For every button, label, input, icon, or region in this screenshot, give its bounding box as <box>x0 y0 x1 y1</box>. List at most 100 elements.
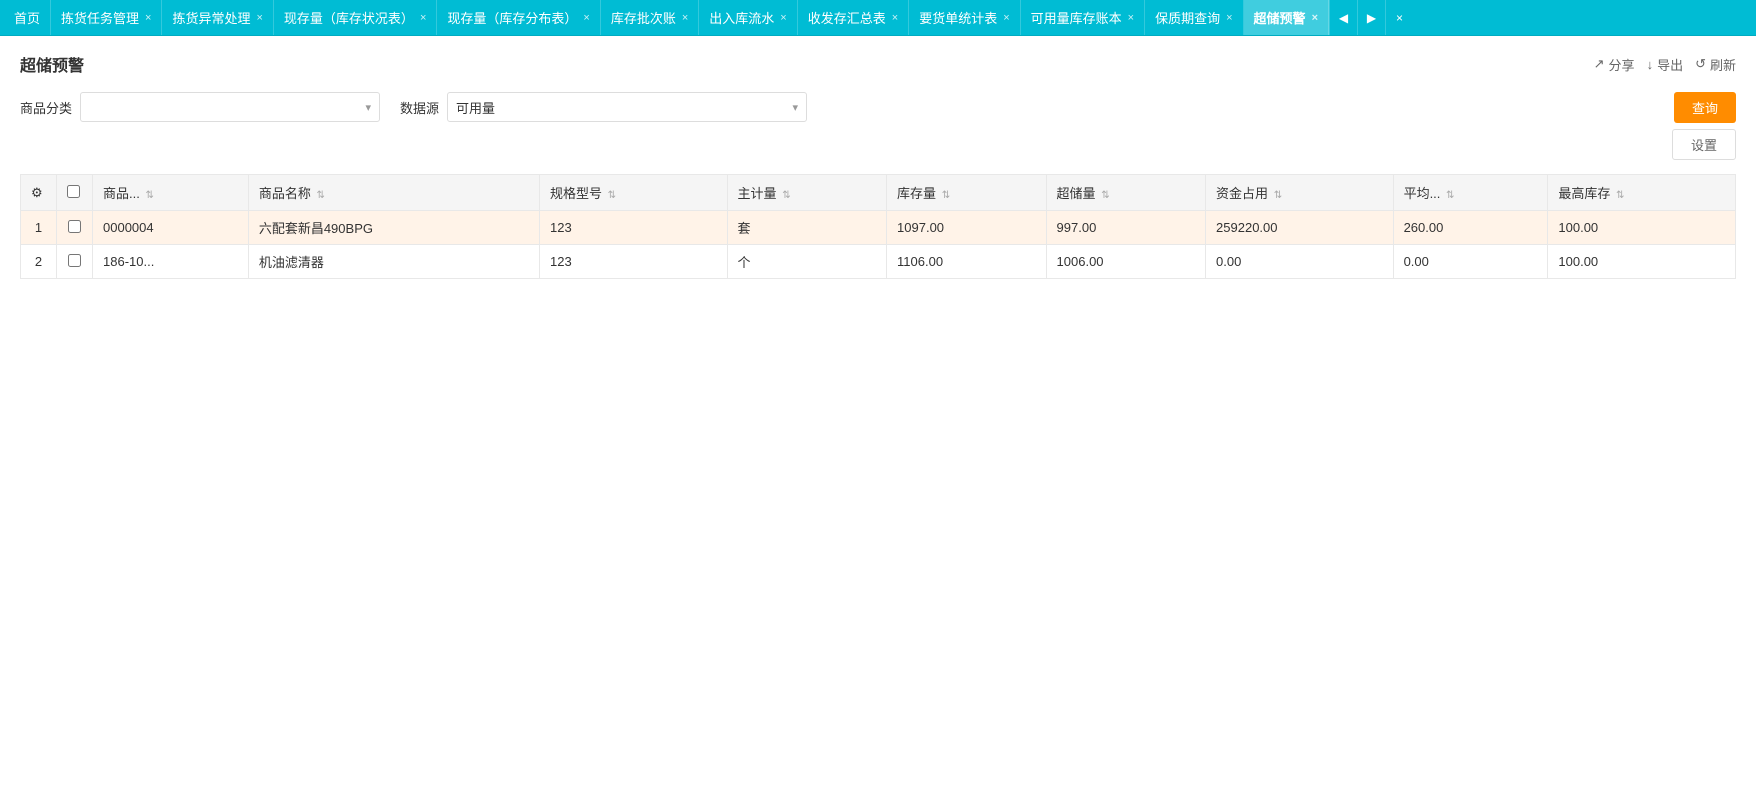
data-table: ⚙ 商品... ⇅ 商品名称 ⇅ 规格型号 ⇅ 主计量 <box>20 174 1736 279</box>
settings-button[interactable]: 设置 <box>1672 129 1736 160</box>
close-task-mgmt-icon[interactable]: × <box>145 12 151 24</box>
close-abnormal-icon[interactable]: × <box>256 12 262 24</box>
export-icon: ↓ <box>1647 57 1654 72</box>
nav-tab-collect-summary-label: 收发存汇总表 <box>808 8 886 27</box>
col-capital-label: 资金占用 <box>1216 186 1268 201</box>
refresh-label: 刷新 <box>1710 55 1736 74</box>
sort-sku-name-icon: ⇅ <box>316 190 324 201</box>
row-sku-code: 0000004 <box>93 211 249 245</box>
row-sku-name: 机油滤清器 <box>248 245 539 279</box>
row-avg: 0.00 <box>1393 245 1548 279</box>
sort-overstock-icon: ⇅ <box>1101 190 1109 201</box>
col-unit-label: 主计量 <box>738 186 777 201</box>
row-checkbox[interactable] <box>68 254 81 267</box>
category-label: 商品分类 <box>20 98 72 117</box>
gear-icon[interactable]: ⚙ <box>31 185 43 200</box>
nav-tab-order-stats[interactable]: 要货单统计表 × <box>909 0 1020 36</box>
table-col-avg[interactable]: 平均... ⇅ <box>1393 175 1548 211</box>
sort-avg-icon: ⇅ <box>1446 190 1454 201</box>
row-unit: 套 <box>727 211 887 245</box>
nav-tab-quality-check[interactable]: 保质期查询 × <box>1145 0 1243 36</box>
row-max-stock: 100.00 <box>1548 245 1736 279</box>
page-title: 超储预警 <box>20 52 84 76</box>
nav-tab-inventory-status-label: 现存量（库存状况表） <box>284 8 414 27</box>
nav-tab-collect-summary[interactable]: 收发存汇总表 × <box>798 0 909 36</box>
table-col-unit[interactable]: 主计量 ⇅ <box>727 175 887 211</box>
sort-max-stock-icon: ⇅ <box>1616 190 1624 201</box>
row-overstock: 1006.00 <box>1046 245 1206 279</box>
col-sku-name-label: 商品名称 <box>259 186 311 201</box>
table-col-max-stock[interactable]: 最高库存 ⇅ <box>1548 175 1736 211</box>
col-overstock-label: 超储量 <box>1057 186 1096 201</box>
nav-tab-inventory-dist-label: 现存量（库存分布表） <box>447 8 577 27</box>
table-col-stock[interactable]: 库存量 ⇅ <box>887 175 1047 211</box>
nav-tab-available-ledger-label: 可用量库存账本 <box>1031 8 1122 27</box>
nav-prev-arrow[interactable]: ◀ <box>1329 0 1357 36</box>
nav-tab-batch[interactable]: 库存批次账 × <box>601 0 699 36</box>
refresh-button[interactable]: ↺ 刷新 <box>1695 55 1736 74</box>
nav-tab-available-ledger[interactable]: 可用量库存账本 × <box>1021 0 1145 36</box>
header-actions: ↗ 分享 ↓ 导出 ↺ 刷新 <box>1594 55 1736 74</box>
row-sku-code: 186-10... <box>93 245 249 279</box>
share-button[interactable]: ↗ 分享 <box>1594 55 1635 74</box>
nav-tab-home-label: 首页 <box>14 8 40 27</box>
row-checkbox[interactable] <box>68 220 81 233</box>
nav-tab-overstock[interactable]: 超储预警 × <box>1244 0 1329 36</box>
table-col-sku-code[interactable]: 商品... ⇅ <box>93 175 249 211</box>
close-overstock-icon[interactable]: × <box>1312 12 1318 24</box>
table-col-overstock[interactable]: 超储量 ⇅ <box>1046 175 1206 211</box>
sort-capital-icon: ⇅ <box>1274 190 1282 201</box>
select-all-checkbox[interactable] <box>67 185 80 198</box>
sort-spec-icon: ⇅ <box>608 190 616 201</box>
nav-tab-home[interactable]: 首页 <box>4 0 51 36</box>
close-batch-icon[interactable]: × <box>682 12 688 24</box>
close-collect-summary-icon[interactable]: × <box>892 12 898 24</box>
nav-tab-abnormal[interactable]: 拣货异常处理 × <box>162 0 273 36</box>
table-col-capital[interactable]: 资金占用 ⇅ <box>1206 175 1394 211</box>
close-inout-flow-icon[interactable]: × <box>780 12 786 24</box>
datasource-select[interactable]: 可用量 ▾ <box>447 92 807 122</box>
close-inventory-dist-icon[interactable]: × <box>583 12 589 24</box>
datasource-value: 可用量 <box>456 98 495 117</box>
refresh-icon: ↺ <box>1695 56 1706 72</box>
datasource-chevron-icon: ▾ <box>793 101 799 114</box>
top-navigation: 首页 拣货任务管理 × 拣货异常处理 × 现存量（库存状况表） × 现存量（库存… <box>0 0 1756 36</box>
category-filter: 商品分类 ▾ <box>20 92 380 122</box>
close-inventory-status-icon[interactable]: × <box>420 12 426 24</box>
table-col-sku-name[interactable]: 商品名称 ⇅ <box>248 175 539 211</box>
row-checkbox-cell <box>57 245 93 279</box>
table-row: 2 186-10... 机油滤清器 123 个 1106.00 1006.00 … <box>21 245 1736 279</box>
row-stock: 1097.00 <box>887 211 1047 245</box>
table-row: 1 0000004 六配套新昌490BPG 123 套 1097.00 997.… <box>21 211 1736 245</box>
col-sku-code-label: 商品... <box>103 186 140 201</box>
datasource-label: 数据源 <box>400 98 439 117</box>
nav-close-all-icon[interactable]: × <box>1385 0 1413 36</box>
nav-next-arrow[interactable]: ▶ <box>1357 0 1385 36</box>
table-body: 1 0000004 六配套新昌490BPG 123 套 1097.00 997.… <box>21 211 1736 279</box>
table-header: ⚙ 商品... ⇅ 商品名称 ⇅ 规格型号 ⇅ 主计量 <box>21 175 1736 211</box>
table-col-checkbox <box>57 175 93 211</box>
export-button[interactable]: ↓ 导出 <box>1647 55 1684 74</box>
table-col-spec[interactable]: 规格型号 ⇅ <box>540 175 728 211</box>
query-button[interactable]: 查询 <box>1674 92 1736 123</box>
row-number: 2 <box>21 245 57 279</box>
nav-tab-inout-flow[interactable]: 出入库流水 × <box>699 0 797 36</box>
row-avg: 260.00 <box>1393 211 1548 245</box>
nav-tab-task-mgmt[interactable]: 拣货任务管理 × <box>51 0 162 36</box>
row-capital: 0.00 <box>1206 245 1394 279</box>
export-label: 导出 <box>1657 55 1683 74</box>
close-order-stats-icon[interactable]: × <box>1003 12 1009 24</box>
col-spec-label: 规格型号 <box>550 186 602 201</box>
nav-tab-abnormal-label: 拣货异常处理 <box>172 8 250 27</box>
share-label: 分享 <box>1609 55 1635 74</box>
nav-tab-inout-flow-label: 出入库流水 <box>709 8 774 27</box>
nav-tab-inventory-dist[interactable]: 现存量（库存分布表） × <box>437 0 600 36</box>
close-available-ledger-icon[interactable]: × <box>1128 12 1134 24</box>
category-chevron-icon: ▾ <box>365 101 371 114</box>
nav-tab-order-stats-label: 要货单统计表 <box>919 8 997 27</box>
category-select[interactable]: ▾ <box>80 92 380 122</box>
close-quality-check-icon[interactable]: × <box>1226 12 1232 24</box>
sort-sku-code-icon: ⇅ <box>145 190 153 201</box>
row-stock: 1106.00 <box>887 245 1047 279</box>
nav-tab-inventory-status[interactable]: 现存量（库存状况表） × <box>274 0 437 36</box>
